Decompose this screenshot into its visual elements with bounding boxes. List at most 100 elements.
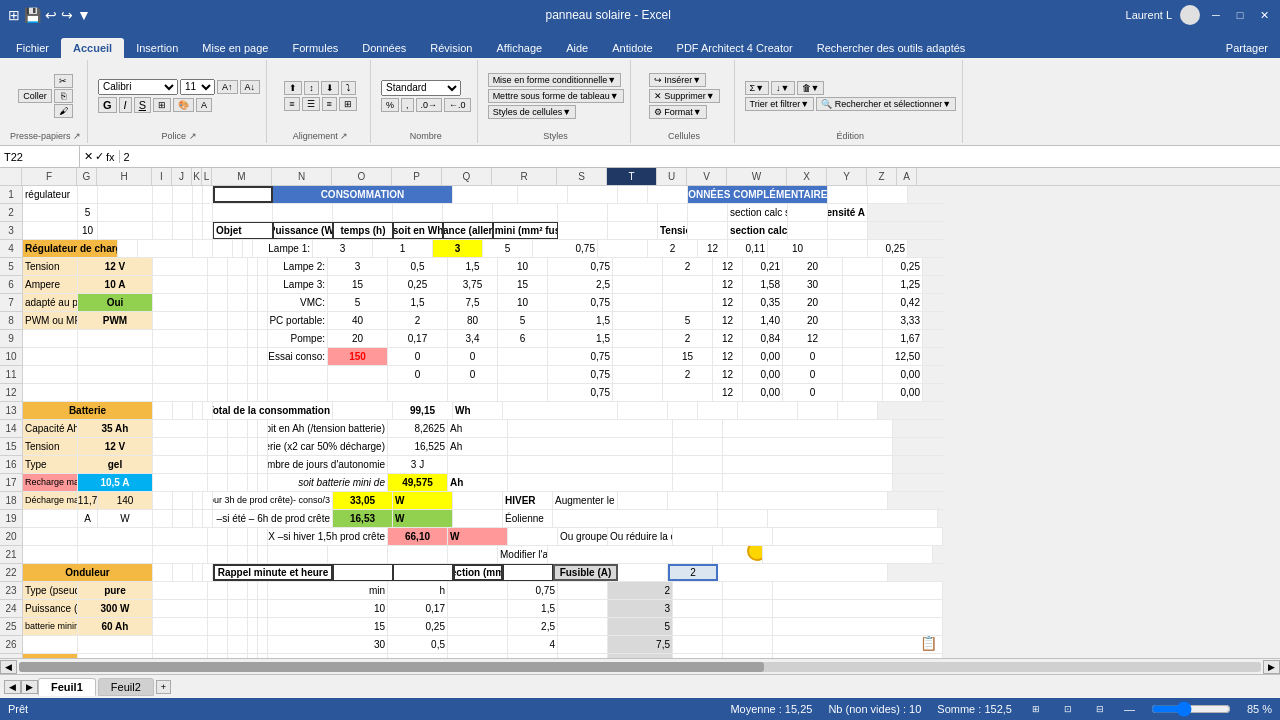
cell-P3[interactable]: soit en Wh: [393, 222, 443, 239]
cell-H17[interactable]: [153, 474, 208, 491]
align-right-button[interactable]: ≡: [322, 97, 337, 111]
cell-H16[interactable]: [153, 456, 208, 473]
insert-function-button[interactable]: fx: [106, 151, 115, 163]
cell-X3[interactable]: [788, 222, 828, 239]
col-header-S[interactable]: S: [557, 168, 607, 185]
cell-S18[interactable]: [618, 492, 668, 509]
tab-accueil[interactable]: Accueil: [61, 38, 124, 58]
somme-button[interactable]: Σ▼: [745, 81, 769, 95]
cell-F23[interactable]: Type (pseudo, pure sinus): [23, 582, 78, 599]
cell-J14[interactable]: [228, 420, 248, 437]
col-header-N[interactable]: N: [272, 168, 332, 185]
cell-Q19[interactable]: Éolienne: [503, 510, 553, 527]
cell-J3[interactable]: [173, 222, 193, 239]
cell-U13[interactable]: [668, 402, 698, 419]
tab-antidote[interactable]: Antidote: [600, 38, 664, 58]
cell-I3[interactable]: [153, 222, 173, 239]
add-sheet-button[interactable]: +: [156, 680, 171, 694]
cell-X2[interactable]: [788, 204, 828, 221]
cell-M4[interactable]: Lampe 1:: [253, 240, 313, 257]
tab-rechercher[interactable]: Rechercher des outils adaptés: [805, 38, 978, 58]
merge-button[interactable]: ⊞: [339, 97, 357, 111]
cell-M2[interactable]: [213, 204, 273, 221]
col-header-Q[interactable]: Q: [442, 168, 492, 185]
cell-F10[interactable]: [23, 348, 78, 365]
cell-O9[interactable]: 0,17: [388, 330, 448, 347]
col-header-X[interactable]: X: [787, 168, 827, 185]
cell-T17[interactable]: [673, 474, 723, 491]
cell-O26[interactable]: [448, 636, 508, 653]
save-icon[interactable]: 💾: [24, 7, 41, 23]
cell-V13[interactable]: [698, 402, 738, 419]
row-header-9[interactable]: 9: [0, 330, 22, 348]
cell-G6[interactable]: 10 A: [78, 276, 153, 293]
cell-H6[interactable]: [153, 276, 208, 293]
cell-V11[interactable]: 0,00: [743, 366, 783, 383]
cell-N20[interactable]: 66,10: [388, 528, 448, 545]
cell-M10[interactable]: Essai conso:: [268, 348, 328, 365]
cell-G10[interactable]: [78, 348, 153, 365]
cell-N27[interactable]: 0,75: [388, 654, 448, 658]
cell-K23[interactable]: [248, 582, 258, 599]
cell-R24[interactable]: 3: [608, 600, 673, 617]
cell-N26[interactable]: 0,5: [388, 636, 448, 653]
cell-L13[interactable]: [203, 402, 213, 419]
cell-H7[interactable]: [153, 294, 208, 311]
scroll-sheets-right[interactable]: ▶: [21, 680, 38, 694]
cell-G4[interactable]: [118, 240, 138, 257]
coller-button[interactable]: Coller: [18, 89, 52, 103]
number-format-select[interactable]: Standard: [381, 80, 461, 96]
cell-P13[interactable]: Wh: [453, 402, 503, 419]
cell-O3[interactable]: temps (h): [333, 222, 393, 239]
cell-W13[interactable]: [738, 402, 798, 419]
cell-N13[interactable]: [333, 402, 393, 419]
cell-V6[interactable]: 1,58: [743, 276, 783, 293]
row-header-7[interactable]: 7: [0, 294, 22, 312]
cell-N23[interactable]: h: [388, 582, 448, 599]
cell-P10[interactable]: 0: [448, 348, 498, 365]
col-header-J[interactable]: J: [172, 168, 192, 185]
cell-F11[interactable]: [23, 366, 78, 383]
cell-N18[interactable]: 33,05: [333, 492, 393, 509]
cell-I6[interactable]: [208, 276, 228, 293]
col-header-Y[interactable]: Y: [827, 168, 867, 185]
cell-S12[interactable]: [613, 384, 663, 401]
cell-J16[interactable]: [228, 456, 248, 473]
cell-J18[interactable]: [173, 492, 193, 509]
cell-K10[interactable]: [248, 348, 258, 365]
cell-W5[interactable]: 20: [783, 258, 843, 275]
cell-H15[interactable]: [153, 438, 208, 455]
tab-aide[interactable]: Aide: [554, 38, 600, 58]
tab-mise-en-page[interactable]: Mise en page: [190, 38, 280, 58]
cell-V5[interactable]: 0,21: [743, 258, 783, 275]
cell-U18[interactable]: [718, 492, 888, 509]
cell-G8[interactable]: PWM: [78, 312, 153, 329]
cell-J22[interactable]: [173, 564, 193, 581]
underline-button[interactable]: S: [134, 97, 151, 113]
cell-V4[interactable]: 0,11: [728, 240, 768, 257]
cell-O25[interactable]: [448, 618, 508, 635]
cell-Y12[interactable]: 0,00: [883, 384, 923, 401]
cell-F26[interactable]: [23, 636, 78, 653]
font-color-button[interactable]: A: [196, 98, 212, 112]
remplissage-button[interactable]: ↓▼: [771, 81, 794, 95]
cell-U12[interactable]: 12: [713, 384, 743, 401]
cell-N21[interactable]: [328, 546, 388, 563]
row-header-26[interactable]: 26: [0, 636, 22, 654]
cell-T26[interactable]: [723, 636, 773, 653]
cell-K5[interactable]: [248, 258, 258, 275]
supprimer-button[interactable]: ✕ Supprimer▼: [649, 89, 720, 103]
col-header-K[interactable]: K: [192, 168, 202, 185]
cell-H23[interactable]: [153, 582, 208, 599]
cell-M27[interactable]: 45: [268, 654, 388, 658]
cell-G21[interactable]: [78, 546, 153, 563]
cell-K7[interactable]: [248, 294, 258, 311]
cell-G12[interactable]: [78, 384, 153, 401]
cell-P9[interactable]: 3,4: [448, 330, 498, 347]
cell-N24[interactable]: 0,17: [388, 600, 448, 617]
customize-icon[interactable]: ▼: [77, 7, 91, 23]
cell-X10[interactable]: [843, 348, 883, 365]
cell-R11[interactable]: 0,75: [548, 366, 613, 383]
align-top-button[interactable]: ⬆: [284, 81, 302, 95]
cell-I15[interactable]: [208, 438, 228, 455]
